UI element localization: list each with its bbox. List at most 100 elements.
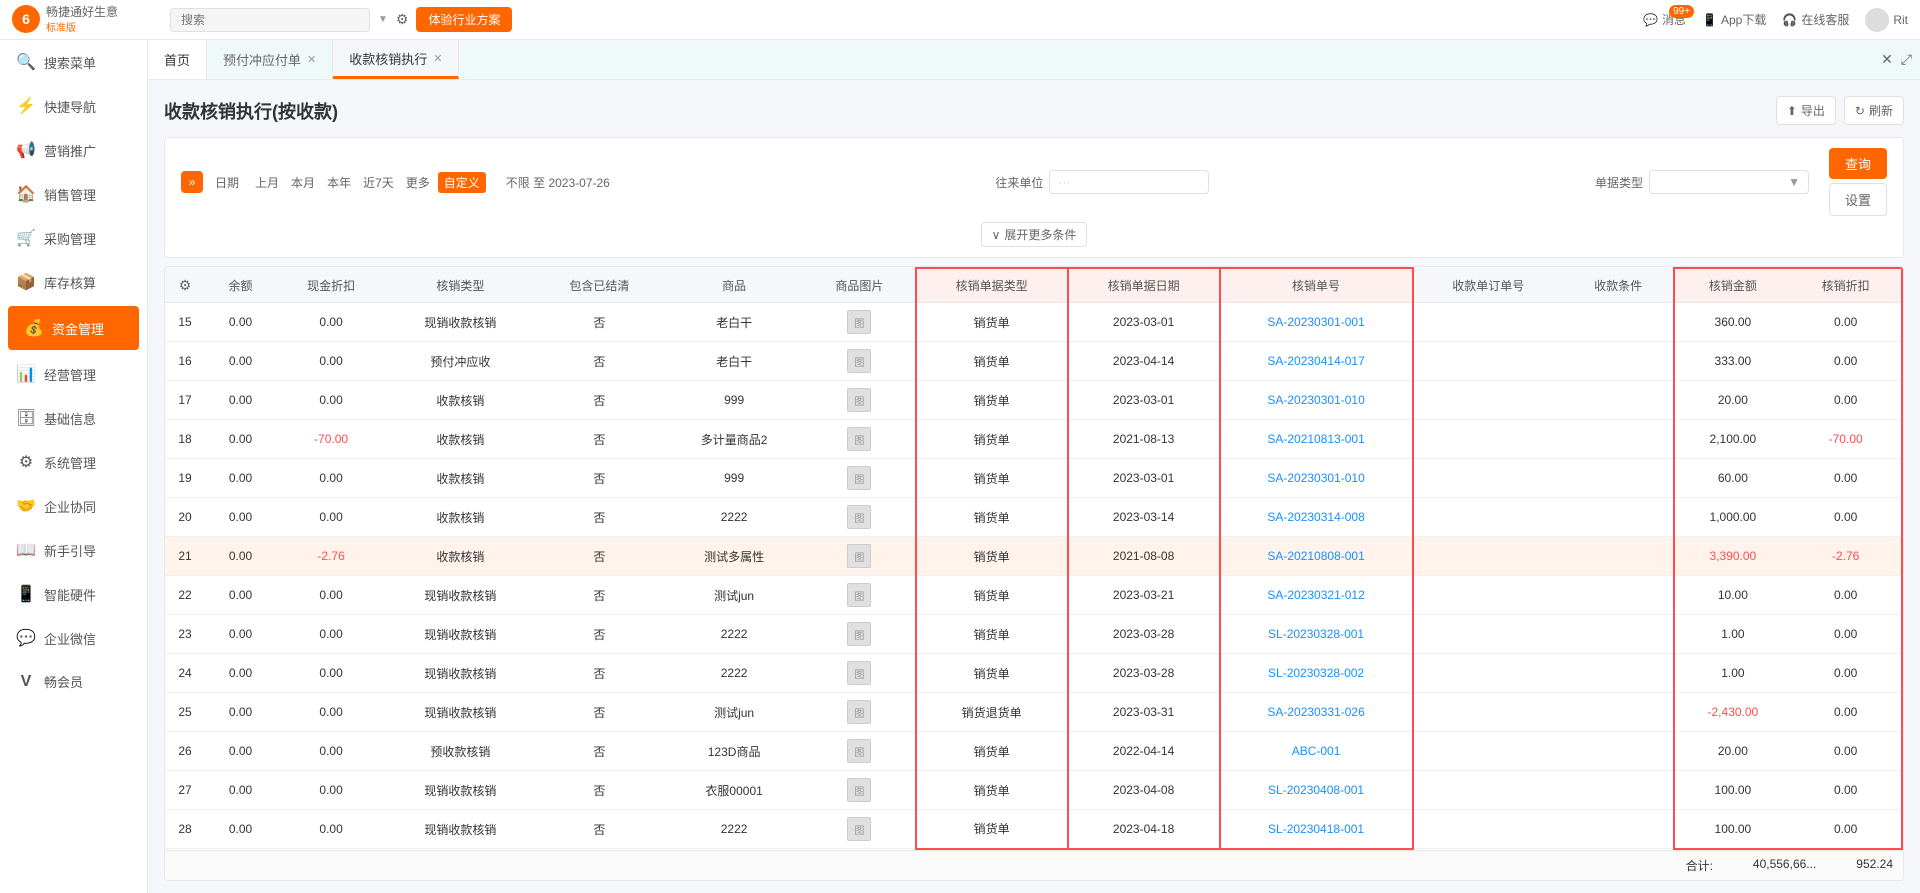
refresh-button[interactable]: ↻ 刷新 (1844, 96, 1904, 125)
table-row: 24 0.00 0.00 现销收款核销 否 2222 图 销货单 2023-03… (165, 654, 1902, 693)
column-settings-icon[interactable]: ⚙ (179, 277, 192, 293)
cell-row-id: 26 (165, 732, 205, 771)
tab-bar: 首页 预付冲应付单 ✕ 收款核销执行 ✕ ✕ ⤢ (148, 40, 1920, 80)
sidebar-item-inventory[interactable]: 📦 库存核算 (0, 260, 147, 304)
cell-writeoff-bill-date: 2023-03-31 (1068, 693, 1220, 732)
cell-write-off-type: 收款核销 (386, 537, 535, 576)
cell-receipt-terms (1563, 342, 1675, 381)
sidebar-item-fund-mgmt[interactable]: 💰 资金管理 (8, 306, 139, 350)
cell-write-off-type: 预付冲应收 (386, 342, 535, 381)
cell-balance: 0.00 (205, 771, 276, 810)
cell-goods-img: 图 (804, 381, 916, 420)
cell-writeoff-discount: 0.00 (1790, 459, 1902, 498)
cell-include-settled: 否 (535, 576, 664, 615)
th-writeoff-bill-date: 核销单据日期 (1068, 268, 1220, 303)
cell-writeoff-bill-no[interactable]: SA-20230321-012 (1220, 576, 1413, 615)
tab-close-all-icon[interactable]: ✕ (1881, 51, 1893, 68)
sidebar-item-beginner[interactable]: 📖 新手引导 (0, 528, 147, 572)
cell-goods: 老白干 (664, 303, 804, 342)
cell-writeoff-bill-type: 销货单 (916, 732, 1068, 771)
cell-goods: 测试多属性 (664, 537, 804, 576)
date-label: 日期 (215, 174, 239, 191)
online-service[interactable]: 🎧 在线客服 (1782, 11, 1849, 28)
cell-writeoff-bill-date: 2022-04-14 (1068, 732, 1220, 771)
cell-writeoff-bill-date: 2023-03-28 (1068, 615, 1220, 654)
date-opt-this-year[interactable]: 本年 (323, 172, 355, 193)
cell-writeoff-bill-no[interactable]: SL-20230418-001 (1220, 810, 1413, 849)
sales-icon: 🏠 (16, 184, 36, 204)
user-info[interactable]: Rit (1865, 8, 1908, 32)
sidebar-item-system-mgmt[interactable]: ⚙ 系统管理 (0, 440, 147, 484)
tab-prepay[interactable]: 预付冲应付单 ✕ (207, 40, 333, 79)
cell-receipt-terms (1563, 810, 1675, 849)
brand-icon: 6 (12, 5, 40, 33)
tab-expand-icon[interactable]: ⤢ (1901, 51, 1912, 68)
sidebar-item-basic-info[interactable]: 🗄 基础信息 (0, 396, 147, 440)
cell-writeoff-bill-date: 2023-03-01 (1068, 303, 1220, 342)
cell-writeoff-bill-type: 销货单 (916, 576, 1068, 615)
cell-writeoff-bill-no[interactable]: SL-20230408-001 (1220, 771, 1413, 810)
tab-collection[interactable]: 收款核销执行 ✕ (333, 40, 459, 79)
cell-goods-img: 图 (804, 693, 916, 732)
date-opt-7days[interactable]: 近7天 (359, 172, 398, 193)
sidebar-item-enterprise-wechat[interactable]: 💬 企业微信 (0, 616, 147, 660)
export-button[interactable]: ⬆ 导出 (1776, 96, 1836, 125)
sidebar-item-vip-member[interactable]: V 畅会员 (0, 660, 147, 703)
notification-badge: 99+ (1669, 5, 1694, 18)
sidebar-item-smart-hw[interactable]: 📱 智能硬件 (0, 572, 147, 616)
gear-icon[interactable]: ⚙ (396, 11, 409, 28)
cell-writeoff-bill-type: 销货单 (916, 615, 1068, 654)
filter-expand-arrow[interactable]: » (181, 171, 203, 193)
cell-goods-img: 图 (804, 303, 916, 342)
cell-writeoff-bill-no[interactable]: SA-20230301-010 (1220, 459, 1413, 498)
cell-write-off-type: 收款核销 (386, 420, 535, 459)
cell-include-settled: 否 (535, 537, 664, 576)
cell-write-off-type: 收款核销 (386, 498, 535, 537)
sidebar-item-operation-mgmt[interactable]: 📊 经营管理 (0, 352, 147, 396)
query-button[interactable]: 查询 (1829, 148, 1887, 179)
sidebar-item-marketing[interactable]: 📢 营销推广 (0, 128, 147, 172)
cell-write-off-type: 现销收款核销 (386, 693, 535, 732)
cell-receipt-order-no (1413, 459, 1563, 498)
sidebar-item-search-menu[interactable]: 🔍 搜索菜单 (0, 40, 147, 84)
sidebar-item-sales-mgmt[interactable]: 🏠 销售管理 (0, 172, 147, 216)
sidebar-item-corp-collab[interactable]: 🤝 企业协同 (0, 484, 147, 528)
fund-icon: 💰 (24, 318, 44, 338)
cell-writeoff-bill-no[interactable]: SL-20230328-001 (1220, 615, 1413, 654)
cell-balance: 0.00 (205, 420, 276, 459)
bill-type-select[interactable]: ▼ (1649, 170, 1809, 194)
cell-writeoff-bill-no[interactable]: SA-20230414-017 (1220, 342, 1413, 381)
cell-writeoff-bill-no[interactable]: SA-20230314-008 (1220, 498, 1413, 537)
cell-writeoff-discount: 0.00 (1790, 693, 1902, 732)
sidebar-item-quick-nav[interactable]: ⚡ 快捷导航 (0, 84, 147, 128)
tab-home[interactable]: 首页 (148, 40, 207, 79)
cell-row-id: 28 (165, 810, 205, 849)
cell-writeoff-bill-no[interactable]: SA-20230301-001 (1220, 303, 1413, 342)
cell-row-id: 18 (165, 420, 205, 459)
date-opt-last-month[interactable]: 上月 (251, 172, 283, 193)
cell-writeoff-bill-no[interactable]: SA-20230301-010 (1220, 381, 1413, 420)
cell-writeoff-bill-no[interactable]: SA-20230331-026 (1220, 693, 1413, 732)
tab-collection-close[interactable]: ✕ (433, 52, 442, 65)
cell-receipt-terms (1563, 381, 1675, 420)
cell-balance: 0.00 (205, 498, 276, 537)
cell-writeoff-bill-no[interactable]: SA-20210808-001 (1220, 537, 1413, 576)
partner-select[interactable]: ··· (1049, 170, 1209, 194)
purchase-icon: 🛒 (16, 228, 36, 248)
cell-writeoff-bill-no[interactable]: SL-20230328-002 (1220, 654, 1413, 693)
settings-button[interactable]: 设置 (1829, 183, 1887, 216)
date-opt-more[interactable]: 更多 (402, 172, 434, 193)
cell-writeoff-bill-no[interactable]: ABC-001 (1220, 732, 1413, 771)
date-opt-this-month[interactable]: 本月 (287, 172, 319, 193)
tab-prepay-close[interactable]: ✕ (307, 53, 316, 66)
expand-more-btn[interactable]: ∨ 展开更多条件 (981, 222, 1088, 247)
sidebar-item-purchase-mgmt[interactable]: 🛒 采购管理 (0, 216, 147, 260)
cell-row-id: 19 (165, 459, 205, 498)
notification-bell[interactable]: 💬 消息 99+ (1643, 11, 1686, 28)
search-input[interactable] (170, 8, 370, 32)
date-custom[interactable]: 自定义 (438, 172, 486, 193)
th-settings[interactable]: ⚙ (165, 268, 205, 303)
industry-btn[interactable]: 体验行业方案 (416, 7, 512, 32)
app-download[interactable]: 📱 App下载 (1702, 11, 1766, 28)
cell-writeoff-bill-no[interactable]: SA-20210813-001 (1220, 420, 1413, 459)
